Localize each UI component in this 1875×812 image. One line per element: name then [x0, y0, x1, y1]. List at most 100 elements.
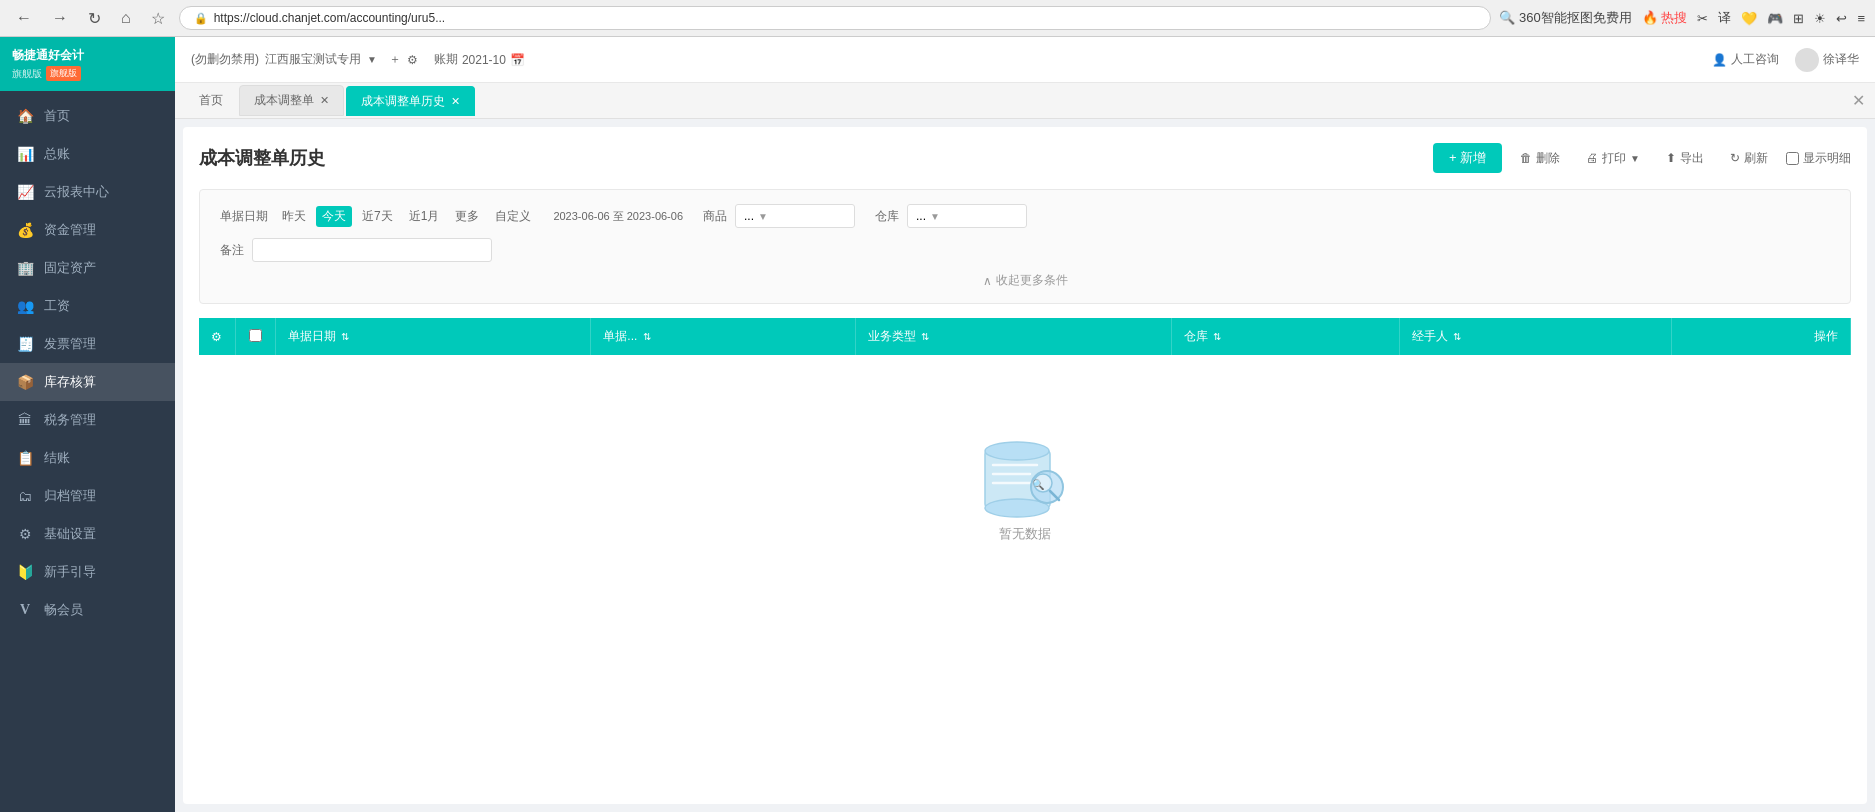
reports-icon: 📈	[16, 184, 34, 200]
closing-icon: 📋	[16, 450, 34, 466]
company-name: 江西服宝测试专用	[265, 51, 361, 68]
sidebar-item-label: 基础设置	[44, 525, 96, 543]
dropdown-icon[interactable]: ▼	[367, 54, 377, 65]
tab-history-close[interactable]: ✕	[451, 95, 460, 108]
service-label: 人工咨询	[1731, 51, 1779, 68]
new-button[interactable]: + 新增	[1433, 143, 1502, 173]
col-number[interactable]: 单据... ⇅	[591, 318, 856, 355]
sidebar-item-closing[interactable]: 📋 结账	[0, 439, 175, 477]
refresh-button[interactable]: ↻ 刷新	[1722, 146, 1776, 171]
tab-home[interactable]: 首页	[185, 86, 237, 115]
home-button[interactable]: ⌂	[115, 7, 137, 29]
col-checkbox[interactable]	[235, 318, 275, 355]
back-button[interactable]: ←	[10, 7, 38, 29]
settings-icon: ⚙	[16, 526, 34, 542]
date-tab-custom[interactable]: 自定义	[489, 206, 537, 227]
undo-tool[interactable]: ↩	[1836, 11, 1847, 26]
top-bar-right: 👤 人工咨询 徐译华	[1712, 48, 1859, 72]
tab-cost-adjustment-close[interactable]: ✕	[320, 94, 329, 107]
sidebar-item-payroll[interactable]: 👥 工资	[0, 287, 175, 325]
date-sort-icon: ⇅	[341, 331, 349, 342]
biz-sort-icon: ⇅	[921, 331, 929, 342]
warehouse-sort-icon: ⇅	[1213, 331, 1221, 342]
date-range-display: 2023-06-06 至 2023-06-06	[553, 209, 683, 224]
settings-company-icon[interactable]: ⚙	[407, 53, 418, 67]
date-tab-more[interactable]: 更多	[449, 206, 485, 227]
search-tool[interactable]: 🔍 360智能抠图免费用	[1499, 9, 1631, 27]
sidebar-item-label: 工资	[44, 297, 70, 315]
main-sidebar: 畅捷通好会计 旗舰版 旗舰版 🏠 首页 📊 总账 📈 云报表中心	[0, 37, 175, 812]
page-title: 成本调整单历史	[199, 146, 325, 170]
game-tool[interactable]: 🎮	[1767, 11, 1783, 26]
date-tab-yesterday[interactable]: 昨天	[276, 206, 312, 227]
sidebar-item-reports[interactable]: 📈 云报表中心	[0, 173, 175, 211]
bookmark-button[interactable]: ☆	[145, 7, 171, 30]
sidebar-item-inventory[interactable]: 📦 库存核算	[0, 363, 175, 401]
col-settings[interactable]: ⚙	[199, 318, 235, 355]
col-date[interactable]: 单据日期 ⇅	[275, 318, 591, 355]
tab-cost-adjustment-history[interactable]: 成本调整单历史 ✕	[346, 86, 475, 116]
sidebar-item-funds[interactable]: 💰 资金管理	[0, 211, 175, 249]
add-company-icon[interactable]: ＋	[389, 51, 401, 68]
sidebar-item-ledger[interactable]: 📊 总账	[0, 135, 175, 173]
close-all-btn[interactable]: ✕	[1852, 91, 1865, 110]
print-dropdown-icon: ▼	[1630, 153, 1640, 164]
hot-search[interactable]: 🔥 热搜	[1642, 9, 1688, 27]
user-info[interactable]: 徐译华	[1795, 48, 1859, 72]
print-button[interactable]: 🖨 打印 ▼	[1578, 146, 1648, 171]
forward-button[interactable]: →	[46, 7, 74, 29]
logo-edition: 旗舰版	[12, 67, 42, 81]
scissors-tool[interactable]: ✂	[1697, 11, 1708, 26]
date-tab-7days[interactable]: 近7天	[356, 206, 399, 227]
sidebar-item-fixed-assets[interactable]: 🏢 固定资产	[0, 249, 175, 287]
select-all-checkbox[interactable]	[249, 329, 262, 342]
show-columns-toggle[interactable]: 显示明细	[1786, 150, 1851, 167]
col-warehouse-label: 仓库	[1184, 329, 1208, 343]
date-filter: 单据日期 昨天 今天 近7天 近1月 更多 自定义 2023-06-06 至 2…	[220, 206, 683, 227]
col-business-type[interactable]: 业务类型 ⇅	[855, 318, 1171, 355]
warehouse-select[interactable]: ... ▼	[907, 204, 1027, 228]
vip-icon: V	[16, 602, 34, 618]
tab-home-label: 首页	[199, 92, 223, 109]
delete-button[interactable]: 🗑 删除	[1512, 146, 1568, 171]
print-label: 打印	[1602, 150, 1626, 167]
refresh-button[interactable]: ↻	[82, 7, 107, 30]
menu-tool[interactable]: ≡	[1857, 11, 1865, 26]
export-button[interactable]: ⬆ 导出	[1658, 146, 1712, 171]
collapse-btn[interactable]: ∧ 收起更多条件	[983, 272, 1068, 289]
tab-cost-adjustment-label: 成本调整单	[254, 92, 314, 109]
top-bar: (勿删勿禁用) 江西服宝测试专用 ▼ ＋ ⚙ 账期 2021-10 📅 👤 人工…	[175, 37, 1875, 83]
browser-tools: 🔍 360智能抠图免费用 🔥 热搜 ✂ 译 💛 🎮 ⊞ ☀ ↩ ≡	[1499, 9, 1865, 27]
sidebar-item-tax[interactable]: 🏛 税务管理	[0, 401, 175, 439]
sidebar-item-guide[interactable]: 🔰 新手引导	[0, 553, 175, 591]
grid-tool[interactable]: ⊞	[1793, 11, 1804, 26]
col-handler[interactable]: 经手人 ⇅	[1399, 318, 1671, 355]
sidebar-item-settings[interactable]: ⚙ 基础设置	[0, 515, 175, 553]
sidebar-item-label: 云报表中心	[44, 183, 109, 201]
sidebar-logo: 畅捷通好会计 旗舰版 旗舰版	[0, 37, 175, 91]
delete-icon: 🗑	[1520, 151, 1532, 165]
guide-icon: 🔰	[16, 564, 34, 580]
wallet-tool[interactable]: 💛	[1741, 11, 1757, 26]
brightness-tool[interactable]: ☀	[1814, 11, 1826, 26]
date-tab-1month[interactable]: 近1月	[403, 206, 446, 227]
empty-state: 🔍 暂无数据	[199, 355, 1851, 623]
product-select[interactable]: ... ▼	[735, 204, 855, 228]
date-tab-today[interactable]: 今天	[316, 206, 352, 227]
col-handler-label: 经手人	[1412, 329, 1448, 343]
note-input[interactable]	[252, 238, 492, 262]
sidebar-item-invoice[interactable]: 🧾 发票管理	[0, 325, 175, 363]
sidebar-item-archive[interactable]: 🗂 归档管理	[0, 477, 175, 515]
col-warehouse[interactable]: 仓库 ⇅	[1171, 318, 1399, 355]
calendar-icon[interactable]: 📅	[510, 53, 525, 67]
col-number-label: 单据...	[603, 329, 637, 343]
sidebar-item-label: 归档管理	[44, 487, 96, 505]
show-columns-checkbox[interactable]	[1786, 152, 1799, 165]
sidebar-item-home[interactable]: 🏠 首页	[0, 97, 175, 135]
sidebar-item-vip[interactable]: V 畅会员	[0, 591, 175, 629]
translate-tool[interactable]: 译	[1718, 9, 1731, 27]
tab-cost-adjustment[interactable]: 成本调整单 ✕	[239, 85, 344, 116]
service-btn[interactable]: 👤 人工咨询	[1712, 51, 1779, 68]
edition-badge: 旗舰版	[46, 66, 81, 81]
address-bar[interactable]: 🔒 https://cloud.chanjet.com/accounting/u…	[179, 6, 1492, 30]
